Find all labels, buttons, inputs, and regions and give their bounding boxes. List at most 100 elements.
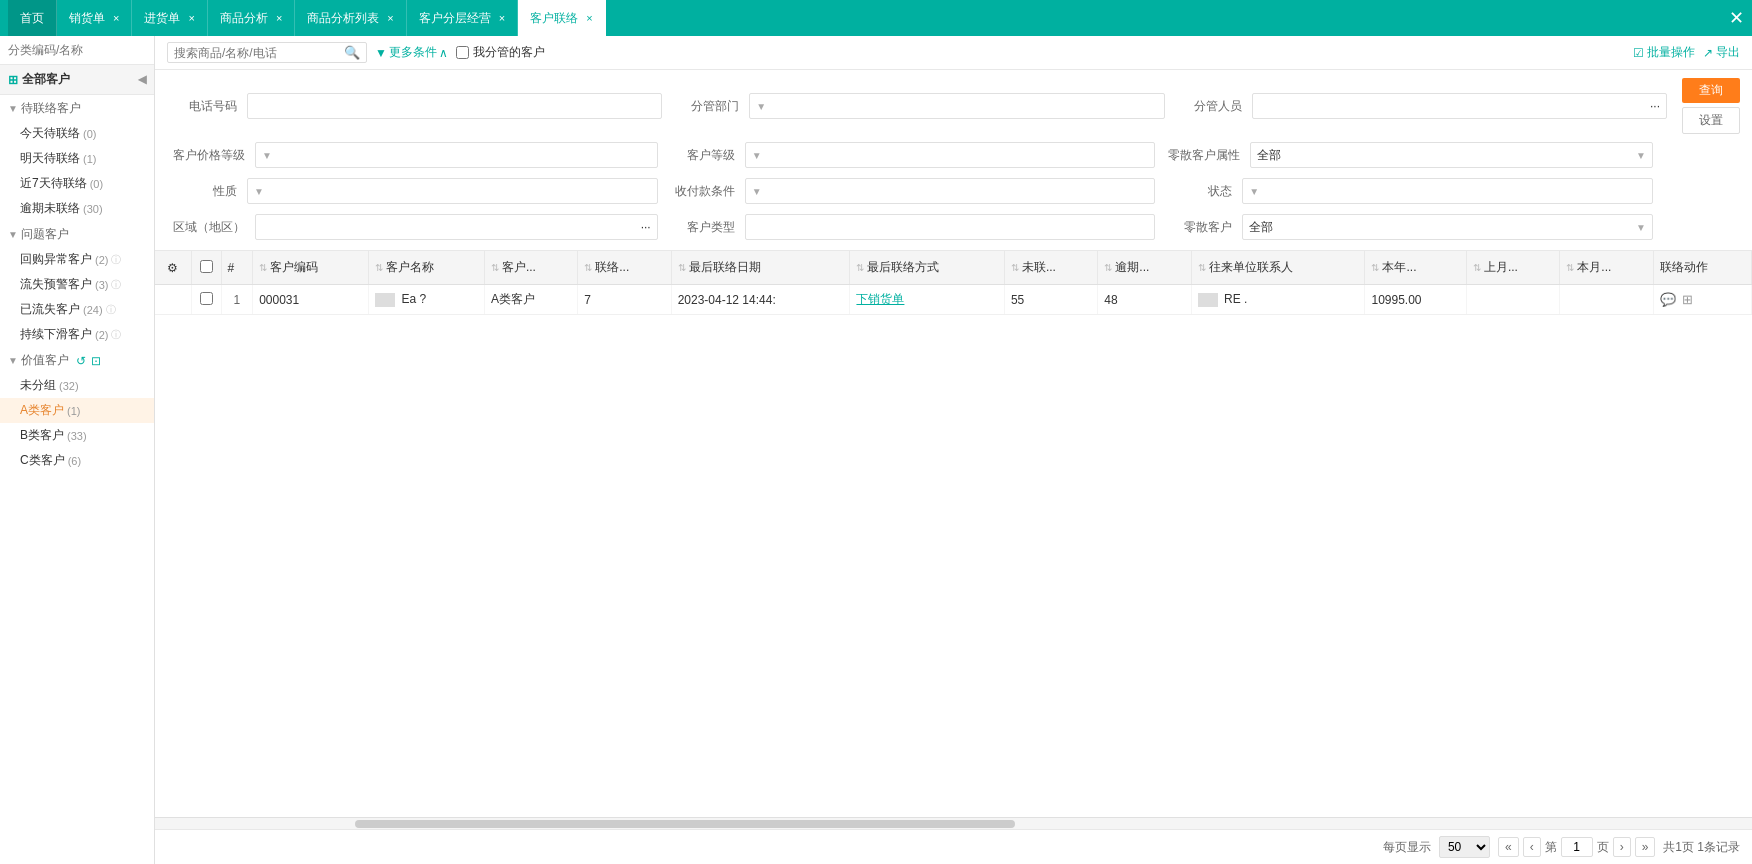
- nav-tab-product-list[interactable]: 商品分析列表 ×: [295, 0, 406, 36]
- col-contact[interactable]: ⇅ 联络...: [578, 251, 671, 285]
- row-no-contact: 55: [1004, 285, 1097, 315]
- contact-action-icon[interactable]: 💬: [1660, 292, 1676, 307]
- nature-dropdown[interactable]: ▼: [247, 178, 658, 204]
- row-last-method: 下销货单: [850, 285, 1005, 315]
- customer-level-label: 客户等级: [671, 147, 741, 164]
- col-last-method[interactable]: ⇅ 最后联络方式: [850, 251, 1005, 285]
- row-unit-contact-value: RE .: [1224, 292, 1247, 306]
- sidebar-group-problem[interactable]: ▼ 问题客户: [0, 221, 154, 247]
- price-level-arrow-icon: ▼: [262, 150, 272, 161]
- col-index: #: [221, 251, 253, 285]
- sidebar-item-repurchase-abnormal[interactable]: 回购异常客户 (2) ⓘ: [0, 247, 154, 272]
- close-sales-icon[interactable]: ×: [113, 12, 119, 24]
- sidebar-item-churn-warning[interactable]: 流失预警客户 (3) ⓘ: [0, 272, 154, 297]
- nav-tab-product-analysis[interactable]: 商品分析 ×: [208, 0, 295, 36]
- col-select-all[interactable]: [191, 251, 221, 285]
- close-purchase-icon[interactable]: ×: [188, 12, 194, 24]
- main-search-input[interactable]: [174, 46, 340, 60]
- my-customers-wrap[interactable]: 我分管的客户: [456, 44, 545, 61]
- problem-group-label: 问题客户: [21, 226, 69, 243]
- sidebar-item-tomorrow-pending[interactable]: 明天待联络 (1): [0, 146, 154, 171]
- close-product-list-icon[interactable]: ×: [387, 12, 393, 24]
- col-no-contact[interactable]: ⇅ 未联...: [1004, 251, 1097, 285]
- overdue-pending-count: (30): [83, 203, 103, 215]
- sort-icon-name: ⇅: [375, 262, 383, 273]
- row-index-value: 1: [233, 293, 240, 307]
- col-overdue[interactable]: ⇅ 逾期...: [1098, 251, 1191, 285]
- region-input[interactable]: ···: [255, 214, 658, 240]
- nav-tab-customer-contact[interactable]: 客户联络 ×: [518, 0, 605, 36]
- my-customers-checkbox[interactable]: [456, 46, 469, 59]
- more-conditions-btn[interactable]: ▼ 更多条件 ∧: [375, 44, 448, 61]
- row-name: Ea ?: [369, 285, 485, 315]
- col-last-month[interactable]: ⇅ 上月...: [1466, 251, 1559, 285]
- sidebar-group-pending[interactable]: ▼ 待联络客户: [0, 95, 154, 121]
- value-refresh-icon[interactable]: ↺: [76, 354, 86, 368]
- table-header-row: ⚙ # ⇅ 客户编码: [155, 251, 1752, 285]
- row-last-method-value[interactable]: 下销货单: [856, 292, 904, 306]
- retail-customer-dropdown[interactable]: 全部 ▼: [1242, 214, 1653, 240]
- batch-operation-btn[interactable]: ☑ 批量操作: [1633, 44, 1695, 61]
- no-contact-header: 未联...: [1022, 259, 1056, 276]
- sidebar-item-ungrouped[interactable]: 未分组 (32): [0, 373, 154, 398]
- sidebar-item-today-pending[interactable]: 今天待联络 (0): [0, 121, 154, 146]
- sidebar-item-churned[interactable]: 已流失客户 (24) ⓘ: [0, 297, 154, 322]
- sidebar-item-class-b[interactable]: B类客户 (33): [0, 423, 154, 448]
- select-all-checkbox[interactable]: [200, 260, 213, 273]
- settings-button[interactable]: 设置: [1682, 107, 1740, 134]
- col-this-month[interactable]: ⇅ 本月...: [1560, 251, 1653, 285]
- sidebar-item-overdue-pending[interactable]: 逾期未联络 (30): [0, 196, 154, 221]
- sidebar-item-class-a[interactable]: A类客户 (1): [0, 398, 154, 423]
- col-unit-contact[interactable]: ⇅ 往来单位联系人: [1191, 251, 1365, 285]
- sidebar-group-value[interactable]: ▼ 价值客户 ↺ ⊡: [0, 347, 154, 373]
- repurchase-count: (2): [95, 254, 108, 266]
- main-search-icon[interactable]: 🔍: [344, 45, 360, 60]
- value-settings-icon[interactable]: ⊡: [91, 354, 101, 368]
- close-all-tabs-icon[interactable]: ✕: [1729, 7, 1744, 29]
- sidebar-item-class-c[interactable]: C类客户 (6): [0, 448, 154, 473]
- scrollbar-thumb[interactable]: [355, 820, 1015, 828]
- col-type[interactable]: ⇅ 客户...: [484, 251, 577, 285]
- payment-dropdown[interactable]: ▼: [745, 178, 1156, 204]
- close-customer-segment-icon[interactable]: ×: [499, 12, 505, 24]
- prev-page-btn[interactable]: ‹: [1523, 837, 1541, 857]
- col-code[interactable]: ⇅ 客户编码: [253, 251, 369, 285]
- nav-tab-customer-segment[interactable]: 客户分层经营 ×: [407, 0, 518, 36]
- close-customer-contact-icon[interactable]: ×: [586, 12, 592, 24]
- query-button[interactable]: 查询: [1682, 78, 1740, 103]
- next-page-btn[interactable]: ›: [1613, 837, 1631, 857]
- phone-input[interactable]: [247, 93, 662, 119]
- page-label: 第: [1545, 839, 1557, 856]
- customer-level-dropdown[interactable]: ▼: [745, 142, 1156, 168]
- nav-tab-purchase[interactable]: 进货单 ×: [132, 0, 207, 36]
- row-checkbox[interactable]: [200, 292, 213, 305]
- col-this-year[interactable]: ⇅ 本年...: [1365, 251, 1466, 285]
- qr-action-icon[interactable]: ⊞: [1682, 292, 1693, 307]
- col-last-date[interactable]: ⇅ 最后联络日期: [671, 251, 850, 285]
- row-contact: 7: [578, 285, 671, 315]
- page-number-input[interactable]: [1561, 837, 1593, 857]
- col-gear[interactable]: ⚙: [155, 251, 191, 285]
- horizontal-scrollbar[interactable]: [155, 817, 1752, 829]
- last-page-btn[interactable]: »: [1635, 837, 1656, 857]
- sidebar-item-7day-pending[interactable]: 近7天待联络 (0): [0, 171, 154, 196]
- all-customers-header[interactable]: ⊞ 全部客户 ◀: [0, 65, 154, 95]
- customer-type-input[interactable]: [745, 214, 1156, 240]
- person-dots-icon: ···: [1650, 99, 1660, 113]
- col-name[interactable]: ⇅ 客户名称: [369, 251, 485, 285]
- first-page-btn[interactable]: «: [1498, 837, 1519, 857]
- status-dropdown[interactable]: ▼: [1242, 178, 1653, 204]
- sidebar-search-input[interactable]: [8, 43, 155, 57]
- sidebar-item-declining[interactable]: 持续下滑客户 (2) ⓘ: [0, 322, 154, 347]
- price-level-dropdown[interactable]: ▼: [255, 142, 658, 168]
- nav-tab-sales[interactable]: 销货单 ×: [57, 0, 132, 36]
- collapse-sidebar-icon[interactable]: ◀: [138, 73, 146, 86]
- retail-attr-dropdown[interactable]: 全部 ▼: [1250, 142, 1653, 168]
- class-b-count: (33): [67, 430, 87, 442]
- person-input[interactable]: ···: [1252, 93, 1667, 119]
- close-product-analysis-icon[interactable]: ×: [276, 12, 282, 24]
- dept-dropdown[interactable]: ▼: [749, 93, 1164, 119]
- per-page-select[interactable]: 50 100 200: [1439, 836, 1490, 858]
- export-btn[interactable]: ↗ 导出: [1703, 44, 1740, 61]
- nav-tab-home[interactable]: 首页: [8, 0, 57, 36]
